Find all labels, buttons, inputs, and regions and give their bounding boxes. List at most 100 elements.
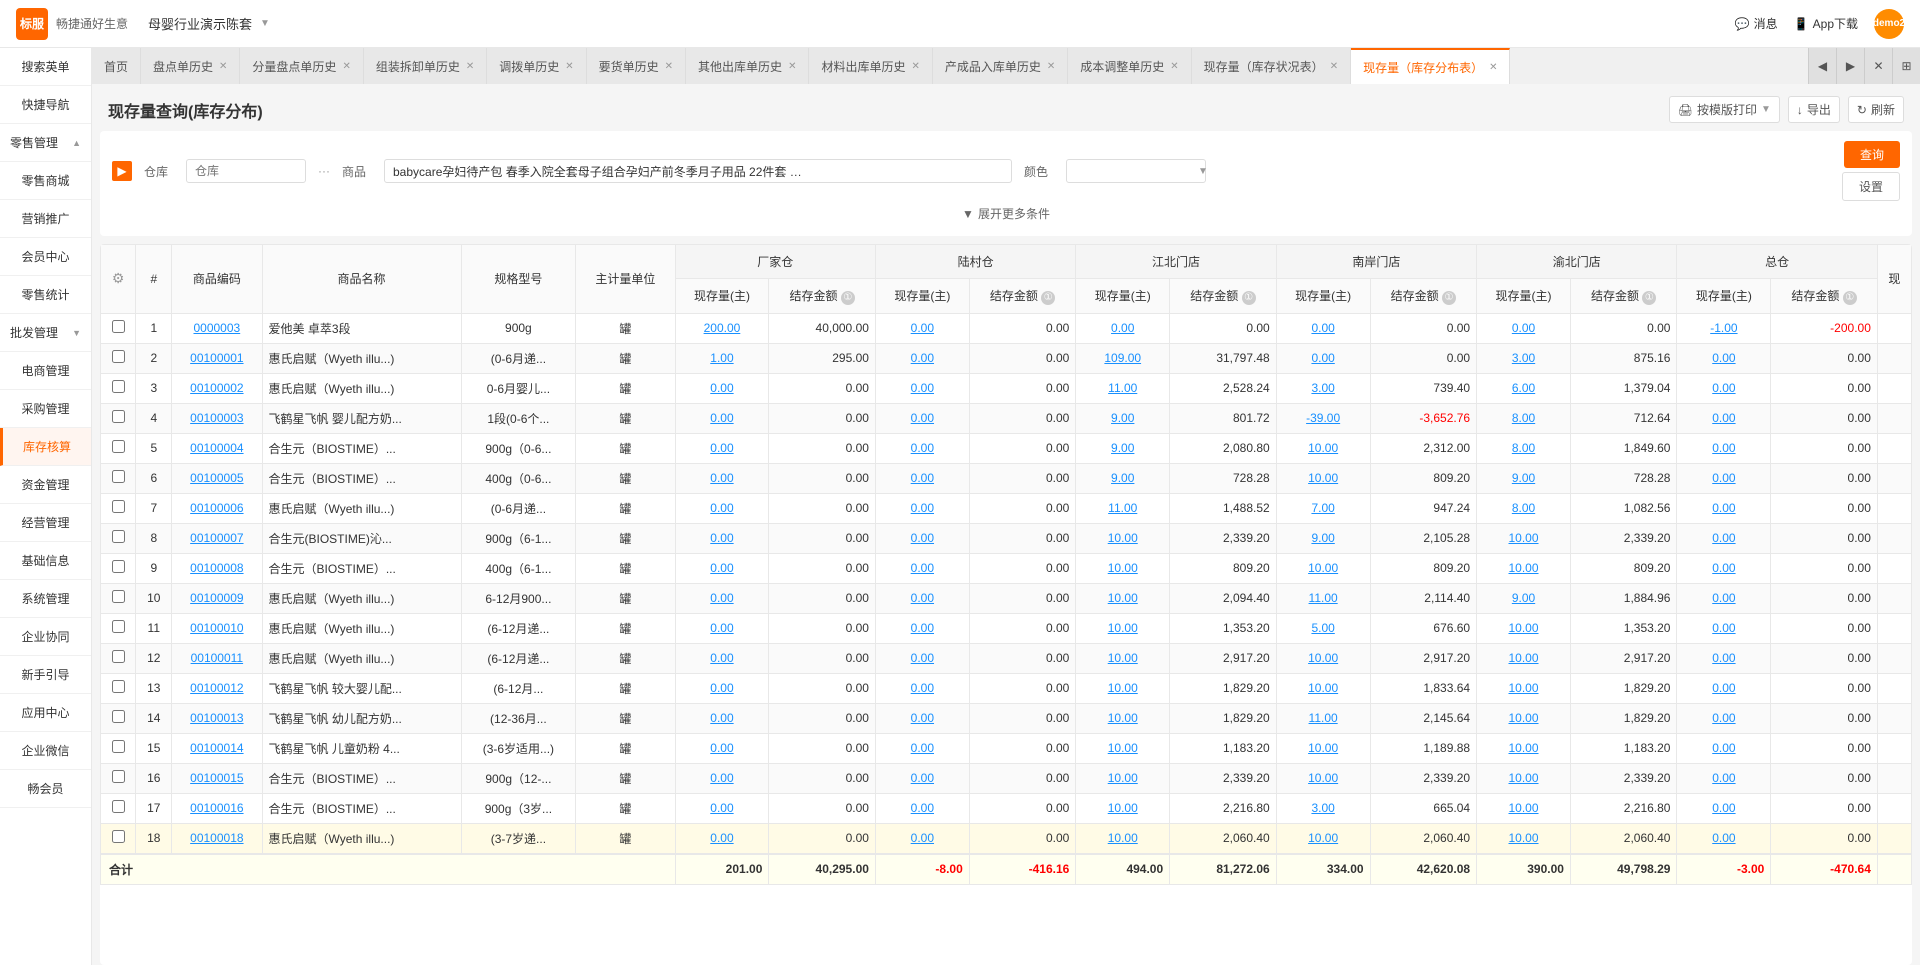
sidebar-item-fans[interactable]: 畅会员 (0, 770, 91, 808)
cell-nanan-qty[interactable]: 10.00 (1276, 553, 1370, 583)
cell-checkbox[interactable] (101, 463, 136, 493)
cell-jiangbei-qty[interactable]: 10.00 (1076, 523, 1170, 553)
cell-yubei-qty[interactable]: 8.00 (1477, 493, 1571, 523)
filter-expand-arrow[interactable]: ▶ (112, 161, 132, 181)
cell-checkbox[interactable] (101, 643, 136, 673)
cell-checkbox[interactable] (101, 823, 136, 854)
cell-total-qty[interactable]: 0.00 (1677, 703, 1771, 733)
cell-total-qty[interactable]: 0.00 (1677, 403, 1771, 433)
lucun-amt-info[interactable]: ① (1041, 291, 1055, 305)
cell-lucun-qty[interactable]: 0.00 (875, 403, 969, 433)
cell-lucun-qty[interactable]: 0.00 (875, 703, 969, 733)
cell-factory-qty[interactable]: 0.00 (675, 523, 769, 553)
cell-sku[interactable]: 00100002 (172, 373, 262, 403)
cell-factory-qty[interactable]: 0.00 (675, 763, 769, 793)
cell-nanan-qty[interactable]: 3.00 (1276, 373, 1370, 403)
cell-lucun-qty[interactable]: 0.00 (875, 643, 969, 673)
cell-nanan-qty[interactable]: 11.00 (1276, 583, 1370, 613)
cell-jiangbei-qty[interactable]: 10.00 (1076, 613, 1170, 643)
cell-yubei-qty[interactable]: 9.00 (1477, 463, 1571, 493)
cell-checkbox[interactable] (101, 523, 136, 553)
cell-lucun-qty[interactable]: 0.00 (875, 313, 969, 343)
cell-sku[interactable]: 00100001 (172, 343, 262, 373)
tab-close-bundle[interactable]: ✕ (466, 61, 474, 72)
cell-lucun-qty[interactable]: 0.00 (875, 553, 969, 583)
cell-checkbox[interactable] (101, 613, 136, 643)
sidebar-item-guide[interactable]: 新手引导 (0, 656, 91, 694)
cell-jiangbei-qty[interactable]: 10.00 (1076, 763, 1170, 793)
cell-checkbox[interactable] (101, 403, 136, 433)
cell-total-qty[interactable]: 0.00 (1677, 793, 1771, 823)
cell-nanan-qty[interactable]: 0.00 (1276, 343, 1370, 373)
cell-nanan-qty[interactable]: 10.00 (1276, 643, 1370, 673)
cell-yubei-qty[interactable]: 10.00 (1477, 703, 1571, 733)
cell-total-qty[interactable]: 0.00 (1677, 613, 1771, 643)
sidebar-item-finance[interactable]: 资金管理 (0, 466, 91, 504)
tab-close-stock-status[interactable]: ✕ (1330, 61, 1338, 72)
tab-close-requisition[interactable]: ✕ (665, 61, 673, 72)
tab-close-other-out[interactable]: ✕ (788, 61, 796, 72)
message-btn[interactable]: 💬 消息 (1735, 15, 1778, 32)
cell-yubei-qty[interactable]: 10.00 (1477, 523, 1571, 553)
cell-sku[interactable]: 00100006 (172, 493, 262, 523)
cell-lucun-qty[interactable]: 0.00 (875, 523, 969, 553)
cell-total-qty[interactable]: 0.00 (1677, 373, 1771, 403)
cell-nanan-qty[interactable]: 7.00 (1276, 493, 1370, 523)
tab-close-sub-inventory[interactable]: ✕ (342, 61, 350, 72)
expand-row[interactable]: ▼ 展开更多条件 (112, 201, 1900, 226)
sidebar-item-ecommerce[interactable]: 电商管理 (0, 352, 91, 390)
cell-sku[interactable]: 00100012 (172, 673, 262, 703)
cell-total-qty[interactable]: 0.00 (1677, 493, 1771, 523)
factory-amt-info[interactable]: ① (841, 291, 855, 305)
cell-sku[interactable]: 00100011 (172, 643, 262, 673)
cell-factory-qty[interactable]: 0.00 (675, 673, 769, 703)
sidebar-item-wholesale[interactable]: 批发管理 ▼ (0, 314, 91, 352)
search-button[interactable]: 查询 (1844, 141, 1900, 168)
cell-yubei-qty[interactable]: 10.00 (1477, 673, 1571, 703)
cell-lucun-qty[interactable]: 0.00 (875, 463, 969, 493)
cell-checkbox[interactable] (101, 553, 136, 583)
cell-sku[interactable]: 00100007 (172, 523, 262, 553)
sidebar-item-base[interactable]: 基础信息 (0, 542, 91, 580)
cell-sku[interactable]: 00100015 (172, 763, 262, 793)
cell-nanan-qty[interactable]: 10.00 (1276, 433, 1370, 463)
cell-jiangbei-qty[interactable]: 10.00 (1076, 673, 1170, 703)
total-amt-info[interactable]: ① (1843, 291, 1857, 305)
cell-sku[interactable]: 00100013 (172, 703, 262, 733)
cell-checkbox[interactable] (101, 373, 136, 403)
cell-nanan-qty[interactable]: 10.00 (1276, 763, 1370, 793)
tab-prev-btn[interactable]: ◀ (1808, 48, 1836, 84)
cell-sku[interactable]: 00100016 (172, 793, 262, 823)
cell-sku[interactable]: 00100009 (172, 583, 262, 613)
sidebar-item-search[interactable]: 搜索英单 (0, 48, 91, 86)
cell-checkbox[interactable] (101, 313, 136, 343)
cell-total-qty[interactable]: -1.00 (1677, 313, 1771, 343)
tab-close-all-btn[interactable]: ✕ (1864, 48, 1892, 84)
cell-sku[interactable]: 0000003 (172, 313, 262, 343)
sidebar-item-apps[interactable]: 应用中心 (0, 694, 91, 732)
cell-jiangbei-qty[interactable]: 9.00 (1076, 463, 1170, 493)
cell-lucun-qty[interactable]: 0.00 (875, 583, 969, 613)
cell-jiangbei-qty[interactable]: 10.00 (1076, 793, 1170, 823)
tab-close-cost-adj[interactable]: ✕ (1170, 61, 1178, 72)
export-btn[interactable]: ↓ 导出 (1788, 96, 1840, 123)
color-input[interactable] (1066, 159, 1206, 183)
app-download-btn[interactable]: 📱 App下载 (1794, 15, 1858, 32)
tab-product-in[interactable]: 产成品入库单历史 ✕ (933, 48, 1068, 84)
tab-home[interactable]: 首页 (92, 48, 141, 84)
cell-factory-qty[interactable]: 0.00 (675, 643, 769, 673)
user-menu[interactable]: demo2 (1874, 9, 1904, 39)
cell-sku[interactable]: 00100014 (172, 733, 262, 763)
tab-close-stock-dist[interactable]: ✕ (1489, 62, 1497, 73)
sidebar-item-shop[interactable]: 零售商城 (0, 162, 91, 200)
product-input[interactable] (384, 159, 1012, 183)
cell-nanan-qty[interactable]: -39.00 (1276, 403, 1370, 433)
th-settings[interactable]: ⚙ (101, 245, 136, 314)
cell-total-qty[interactable]: 0.00 (1677, 733, 1771, 763)
cell-sku[interactable]: 00100003 (172, 403, 262, 433)
cell-yubei-qty[interactable]: 10.00 (1477, 793, 1571, 823)
cell-total-qty[interactable]: 0.00 (1677, 553, 1771, 583)
tab-close-inventory-doc[interactable]: ✕ (219, 61, 227, 72)
cell-total-qty[interactable]: 0.00 (1677, 643, 1771, 673)
cell-sku[interactable]: 00100008 (172, 553, 262, 583)
